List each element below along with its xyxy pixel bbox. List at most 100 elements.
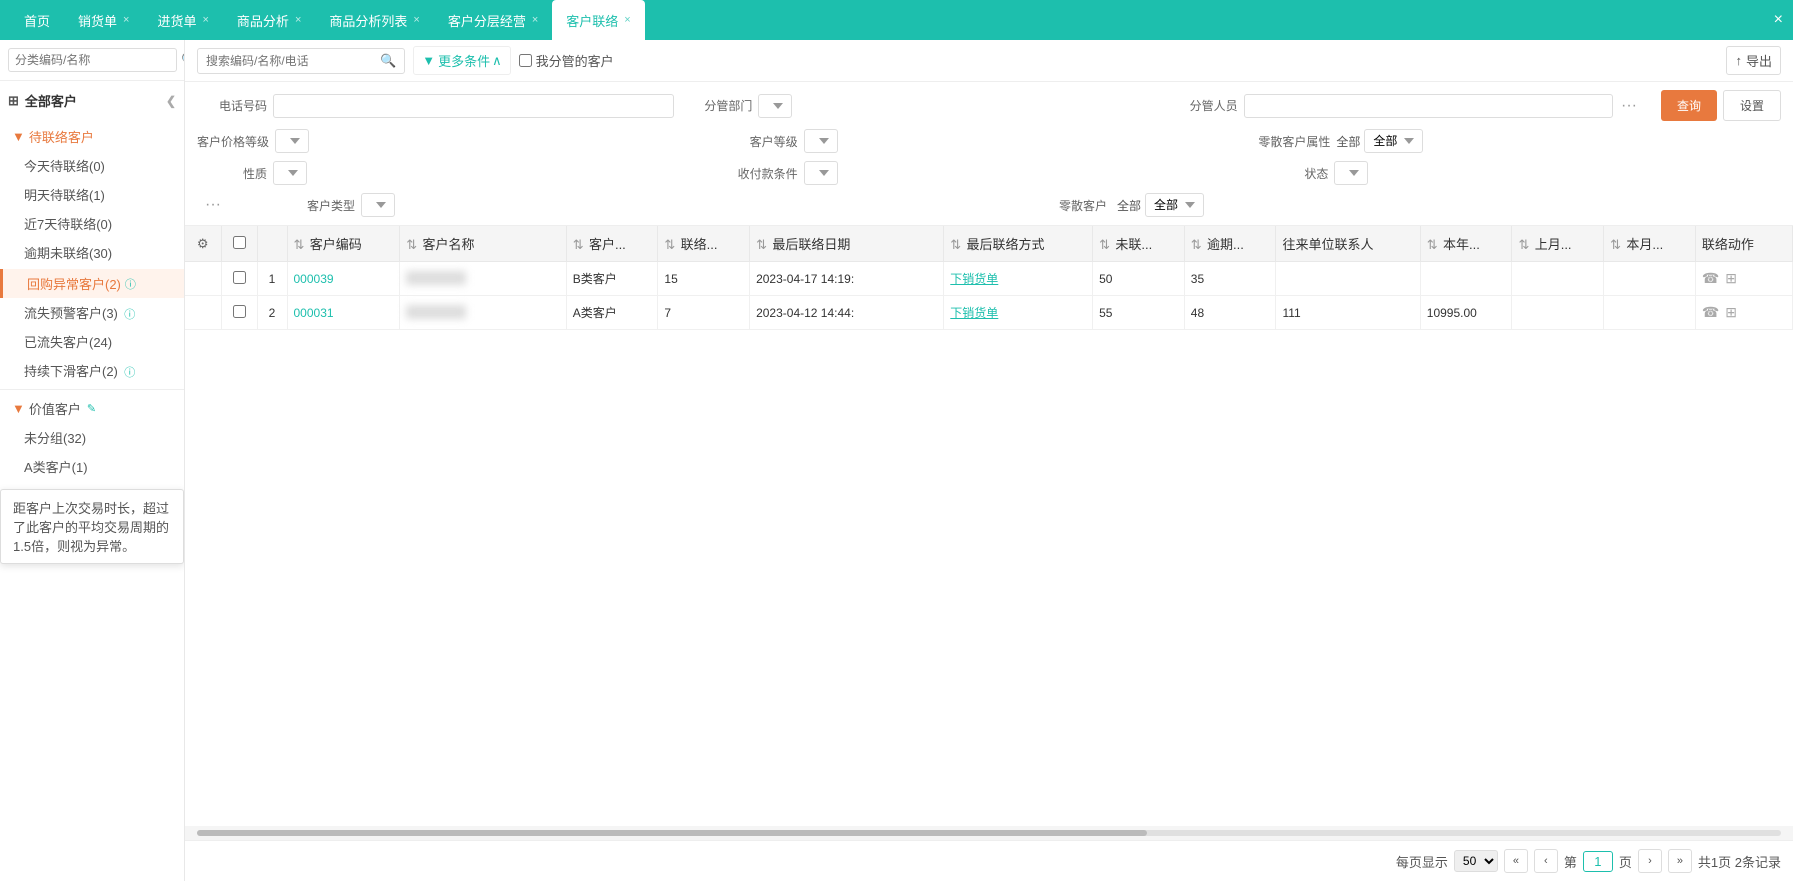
last-page-btn[interactable]: » [1668, 849, 1692, 873]
date-sort-icon[interactable]: ⇅ [756, 237, 767, 252]
select-all-checkbox[interactable] [233, 236, 246, 249]
gender-field: 性质 [197, 161, 720, 185]
status-select[interactable] [1334, 161, 1368, 185]
horizontal-scrollbar[interactable] [185, 826, 1793, 840]
overdue-sort-icon[interactable]: ⇅ [1191, 237, 1202, 252]
row-last-date: 2023-04-12 14:44: [750, 296, 944, 330]
code-sort-icon[interactable]: ⇅ [294, 237, 305, 252]
col-overdue: ⇅ 逾期... [1184, 226, 1276, 262]
close-customer-contact[interactable]: × [624, 14, 630, 26]
nav-product-analysis-list[interactable]: 商品分析列表 × [315, 0, 433, 40]
action-grid-icon[interactable]: ⊞ [1725, 304, 1737, 321]
price-level-select[interactable] [275, 129, 309, 153]
nav-product-analysis[interactable]: 商品分析 × [223, 0, 315, 40]
close-customer-tier[interactable]: × [532, 14, 538, 26]
row-this-year: 10995.00 [1420, 296, 1512, 330]
scroll-thumb[interactable] [197, 830, 1147, 836]
prev-page-btn[interactable]: ‹ [1534, 849, 1558, 873]
customer-type-select[interactable] [361, 193, 395, 217]
col-this-month: ⇅ 本月... [1604, 226, 1696, 262]
abnormal-info-icon[interactable]: ⓘ [125, 276, 136, 292]
sidebar-divider [0, 389, 184, 390]
sidebar-tomorrow-pending[interactable]: 明天待联络(1) [0, 180, 184, 209]
sidebar-today-pending[interactable]: 今天待联络(0) [0, 151, 184, 180]
sidebar-a-class[interactable]: A类客户(1) [0, 452, 184, 481]
row-last-method[interactable]: 下销货单 [944, 296, 1093, 330]
action-phone-icon[interactable]: ☎ [1702, 270, 1719, 287]
nav-customer-tier[interactable]: 客户分层经营 × [434, 0, 552, 40]
method-sort-icon[interactable]: ⇅ [950, 237, 961, 252]
row-check-0[interactable] [233, 271, 246, 284]
contact-sort-icon[interactable]: ⇅ [664, 237, 675, 252]
row-settings [185, 262, 221, 296]
name-sort-icon[interactable]: ⇅ [406, 237, 417, 252]
per-page-select[interactable]: 50 [1454, 850, 1498, 872]
sidebar-all-customers-header[interactable]: ⊞ 全部客户 ❮ [0, 85, 184, 116]
sidebar-value-group-title[interactable]: ▼ 价值客户 ✎ [0, 394, 184, 423]
row-checkbox[interactable] [221, 296, 257, 330]
first-page-btn[interactable]: « [1504, 849, 1528, 873]
sidebar-lost[interactable]: 已流失客户(24) [0, 327, 184, 356]
close-product-analysis[interactable]: × [295, 14, 301, 26]
year-sort-icon[interactable]: ⇅ [1427, 237, 1438, 252]
col-settings-icon[interactable]: ⚙ [197, 236, 209, 251]
retail-attr-select[interactable]: 全部 [1364, 129, 1423, 153]
row-contact-count: 15 [658, 262, 750, 296]
row-checkbox[interactable] [221, 262, 257, 296]
sidebar-lost-preview[interactable]: 流失预警客户(3) ⓘ [0, 298, 184, 327]
sidebar-7days-pending[interactable]: 近7天待联络(0) [0, 209, 184, 238]
col-class: ⇅ 客户... [566, 226, 658, 262]
customer-type-field: 客户类型 [285, 193, 1029, 217]
customer-level-select[interactable] [804, 129, 838, 153]
close-sales-order[interactable]: × [123, 14, 129, 26]
col-action: 联络动作 [1695, 226, 1792, 262]
my-customers-checkbox[interactable] [519, 54, 532, 67]
row-this-year [1420, 262, 1512, 296]
gender-select[interactable] [273, 161, 307, 185]
sidebar-abnormal-item[interactable]: 回购异常客户(2) ⓘ [0, 269, 184, 298]
value-edit-icon[interactable]: ✎ [87, 402, 96, 415]
sidebar-search-input[interactable] [8, 48, 177, 72]
manager-input[interactable] [1244, 94, 1613, 118]
row-code[interactable]: 000039 [287, 262, 400, 296]
row4-more-dots[interactable]: ··· [197, 196, 229, 214]
abnormal-section: 回购异常客户(2) ⓘ 距客户上次交易时长，超过了此客户的平均交易周期的1.5倍… [0, 269, 184, 298]
class-sort-icon[interactable]: ⇅ [573, 237, 584, 252]
lmonth-sort-icon[interactable]: ⇅ [1518, 237, 1529, 252]
close-purchase-order[interactable]: × [202, 14, 208, 26]
nav-customer-contact[interactable]: 客户联络 × [552, 0, 644, 40]
more-conditions-btn[interactable]: ▼ 更多条件 ∧ [413, 46, 510, 75]
close-product-analysis-list[interactable]: × [413, 14, 419, 26]
row-last-method[interactable]: 下销货单 [944, 262, 1093, 296]
nav-home[interactable]: 首页 [10, 0, 64, 40]
phone-input[interactable] [273, 94, 674, 118]
next-page-btn[interactable]: › [1638, 849, 1662, 873]
sidebar-declining[interactable]: 持续下滑客户(2) ⓘ [0, 356, 184, 385]
window-close-btn[interactable]: × [1774, 11, 1783, 29]
col-settings[interactable]: ⚙ [185, 226, 221, 262]
search-icon[interactable]: 🔍 [380, 53, 396, 69]
row-code[interactable]: 000031 [287, 296, 400, 330]
nav-purchase-order[interactable]: 进货单 × [143, 0, 222, 40]
dept-select[interactable] [758, 94, 792, 118]
action-phone-icon[interactable]: ☎ [1702, 304, 1719, 321]
export-btn[interactable]: ↑ 导出 [1726, 46, 1781, 75]
row-last-month [1512, 296, 1604, 330]
phone-field: 电话号码 [197, 94, 674, 118]
tmonth-sort-icon[interactable]: ⇅ [1610, 237, 1621, 252]
retail-customer-select[interactable]: 全部 [1145, 193, 1204, 217]
search-input[interactable] [206, 54, 376, 68]
manager-more-icon[interactable]: ··· [1613, 97, 1645, 115]
unreached-sort-icon[interactable]: ⇅ [1099, 237, 1110, 252]
sidebar-overdue-pending[interactable]: 逾期未联络(30) [0, 238, 184, 267]
sidebar-ungrouped[interactable]: 未分组(32) [0, 423, 184, 452]
action-grid-icon[interactable]: ⊞ [1725, 270, 1737, 287]
row-overdue: 35 [1184, 262, 1276, 296]
query-btn[interactable]: 查询 [1661, 90, 1717, 121]
settings-btn[interactable]: 设置 [1723, 90, 1781, 121]
row-check-1[interactable] [233, 305, 246, 318]
nav-sales-order[interactable]: 销货单 × [64, 0, 143, 40]
sidebar-pending-title[interactable]: ▼ 待联络客户 [0, 122, 184, 151]
collapse-icon: ❮ [166, 94, 176, 108]
payment-select[interactable] [804, 161, 838, 185]
